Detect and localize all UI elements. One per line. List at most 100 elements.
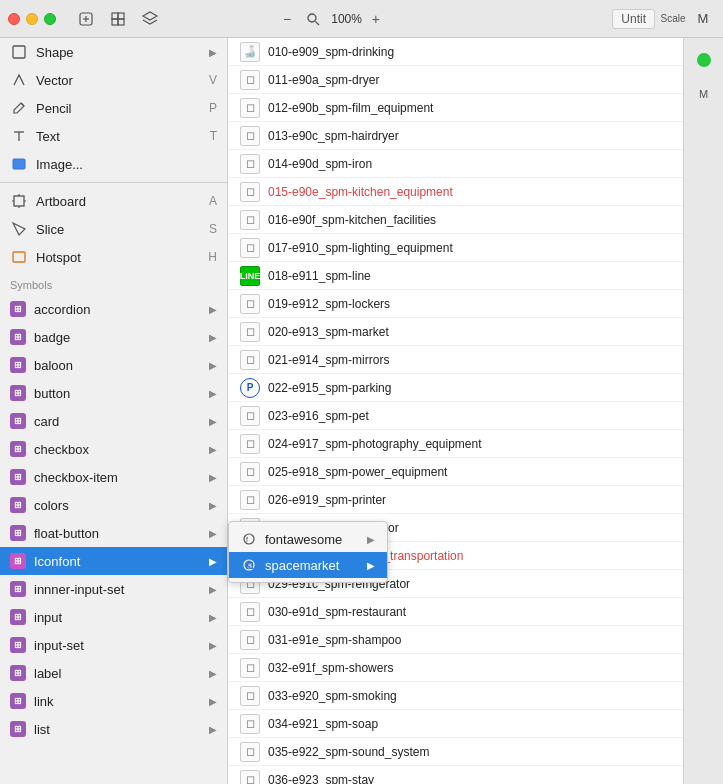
image-icon [10, 155, 28, 173]
list-item[interactable]: ◻ 030-e91d_spm-restaurant [228, 598, 683, 626]
menu-item-float-button[interactable]: ⊞ float-button ▶ [0, 519, 227, 547]
list-item[interactable]: ◻ 017-e910_spm-lighting_equipment [228, 234, 683, 262]
symbol-name-showers: 032-e91f_spm-showers [268, 661, 393, 675]
menu-item-colors[interactable]: ⊞ colors ▶ [0, 491, 227, 519]
symbol-icon-lockers: ◻ [240, 294, 260, 314]
menu-item-pencil[interactable]: Pencil P [0, 94, 227, 122]
list-item[interactable]: ◻ 026-e919_spm-printer [228, 486, 683, 514]
toolbar-right: Untit Scale M [612, 7, 715, 31]
pencil-label: Pencil [36, 101, 201, 116]
list-item[interactable]: ◻ 032-e91f_spm-showers [228, 654, 683, 682]
card-arrow: ▶ [209, 416, 217, 427]
list-item[interactable]: ◻ 034-e921_spm-soap [228, 710, 683, 738]
list-item[interactable]: P 022-e915_spm-parking [228, 374, 683, 402]
list-item[interactable]: ◻ 011-e90a_spm-dryer [228, 66, 683, 94]
symbol-icon-restaurant: ◻ [240, 602, 260, 622]
menu-item-list[interactable]: ⊞ list ▶ [0, 715, 227, 743]
svg-rect-9 [13, 46, 25, 58]
menu-item-iconfont[interactable]: ⊞ Iconfont ▶ [0, 547, 227, 575]
list-item[interactable]: ◻ 024-e917_spm-photography_equipment [228, 430, 683, 458]
menu-item-input-set[interactable]: ⊞ input-set ▶ [0, 631, 227, 659]
menu-item-innner-input-set[interactable]: ⊞ innner-input-set ▶ [0, 575, 227, 603]
symbol-name-mirrors: 021-e914_spm-mirrors [268, 353, 389, 367]
zoom-plus-button[interactable]: + [368, 11, 384, 27]
list-item[interactable]: ◻ 031-e91e_spm-shampoo [228, 626, 683, 654]
list-item[interactable]: ◻ 036-e923_spm-stay [228, 766, 683, 784]
list-item[interactable]: ◻ 035-e922_spm-sound_system [228, 738, 683, 766]
symbol-name-drinking: 010-e909_spm-drinking [268, 45, 394, 59]
symbol-icon-smoking: ◻ [240, 686, 260, 706]
accordion-sym-icon: ⊞ [10, 301, 26, 317]
menu-item-checkbox[interactable]: ⊞ checkbox ▶ [0, 435, 227, 463]
more-icon[interactable]: M [691, 7, 715, 31]
pencil-icon [10, 99, 28, 117]
search-icon[interactable] [301, 7, 325, 31]
list-item[interactable]: ◻ 013-e90c_spm-hairdryer [228, 122, 683, 150]
slice-shortcut: S [209, 222, 217, 236]
minimize-button[interactable] [26, 13, 38, 25]
list-item[interactable]: LINE 018-e911_spm-line [228, 262, 683, 290]
link-label: link [34, 694, 201, 709]
menu-item-image[interactable]: Image... [0, 150, 227, 178]
symbol-icon-showers: ◻ [240, 658, 260, 678]
svg-rect-3 [112, 13, 118, 19]
list-sym-icon: ⊞ [10, 721, 26, 737]
select-icon[interactable] [106, 7, 130, 31]
menu-item-artboard[interactable]: Artboard A [0, 187, 227, 215]
scale-btn[interactable] [690, 46, 718, 74]
menu-item-link[interactable]: ⊞ link ▶ [0, 687, 227, 715]
baloon-label: baloon [34, 358, 201, 373]
badge-sym-icon: ⊞ [10, 329, 26, 345]
list-item[interactable]: ◻ 023-e916_spm-pet [228, 402, 683, 430]
zoom-minus-button[interactable]: − [279, 11, 295, 27]
close-button[interactable] [8, 13, 20, 25]
symbol-icon-photography: ◻ [240, 434, 260, 454]
menu-item-text[interactable]: Text T [0, 122, 227, 150]
menu-item-badge[interactable]: ⊞ badge ▶ [0, 323, 227, 351]
symbol-name-film: 012-e90b_spm-film_equipment [268, 101, 433, 115]
menu-item-button[interactable]: ⊞ button ▶ [0, 379, 227, 407]
list-item[interactable]: ◻ 019-e912_spm-lockers [228, 290, 683, 318]
maximize-button[interactable] [44, 13, 56, 25]
symbol-icon-dryer: ◻ [240, 70, 260, 90]
scale-icon[interactable]: Scale [661, 7, 685, 31]
svg-line-10 [21, 103, 24, 106]
menu-item-vector[interactable]: Vector V [0, 66, 227, 94]
list-item[interactable]: ◻ 012-e90b_spm-film_equipment [228, 94, 683, 122]
list-item[interactable]: 🍶 010-e909_spm-drinking [228, 38, 683, 66]
symbol-name-soap: 034-e921_spm-soap [268, 717, 378, 731]
menu-item-shape[interactable]: Shape ▶ [0, 38, 227, 66]
menu-item-slice[interactable]: Slice S [0, 215, 227, 243]
symbol-icon-film: ◻ [240, 98, 260, 118]
symbol-name-shampoo: 031-e91e_spm-shampoo [268, 633, 401, 647]
menu-item-label[interactable]: ⊞ label ▶ [0, 659, 227, 687]
svg-rect-14 [14, 196, 24, 206]
svg-point-7 [308, 14, 316, 22]
toolbar-icons [74, 7, 162, 31]
menu-item-baloon[interactable]: ⊞ baloon ▶ [0, 351, 227, 379]
left-menu: Shape ▶ Vector V Pencil P Text T [0, 38, 228, 784]
list-item[interactable]: ◻ 014-e90d_spm-iron [228, 150, 683, 178]
list-item[interactable]: ◻ 033-e920_spm-smoking [228, 682, 683, 710]
list-item[interactable]: ◻ 020-e913_spm-market [228, 318, 683, 346]
symbol-icon-soap: ◻ [240, 714, 260, 734]
artboard-shortcut: A [209, 194, 217, 208]
menu-item-accordion[interactable]: ⊞ accordion ▶ [0, 295, 227, 323]
far-right-m-btn[interactable]: M [690, 80, 718, 108]
menu-item-card[interactable]: ⊞ card ▶ [0, 407, 227, 435]
menu-item-checkbox-item[interactable]: ⊞ checkbox-item ▶ [0, 463, 227, 491]
list-item[interactable]: ◻ 015-e90e_spm-kitchen_equipment [228, 178, 683, 206]
insert-icon[interactable] [74, 7, 98, 31]
input-label: input [34, 610, 201, 625]
list-item[interactable]: ◻ 021-e914_spm-mirrors [228, 346, 683, 374]
symbols-section-header: Symbols [0, 271, 227, 295]
menu-item-hotspot[interactable]: Hotspot H [0, 243, 227, 271]
symbol-name-stay: 036-e923_spm-stay [268, 773, 374, 785]
list-item[interactable]: ◻ 016-e90f_spm-kitchen_facilities [228, 206, 683, 234]
list-item[interactable]: ◻ 025-e918_spm-power_equipment [228, 458, 683, 486]
layers-icon[interactable] [138, 7, 162, 31]
menu-item-input[interactable]: ⊞ input ▶ [0, 603, 227, 631]
symbol-icon-kitchen-equipment: ◻ [240, 182, 260, 202]
symbol-name-parking: 022-e915_spm-parking [268, 381, 391, 395]
slice-label: Slice [36, 222, 201, 237]
